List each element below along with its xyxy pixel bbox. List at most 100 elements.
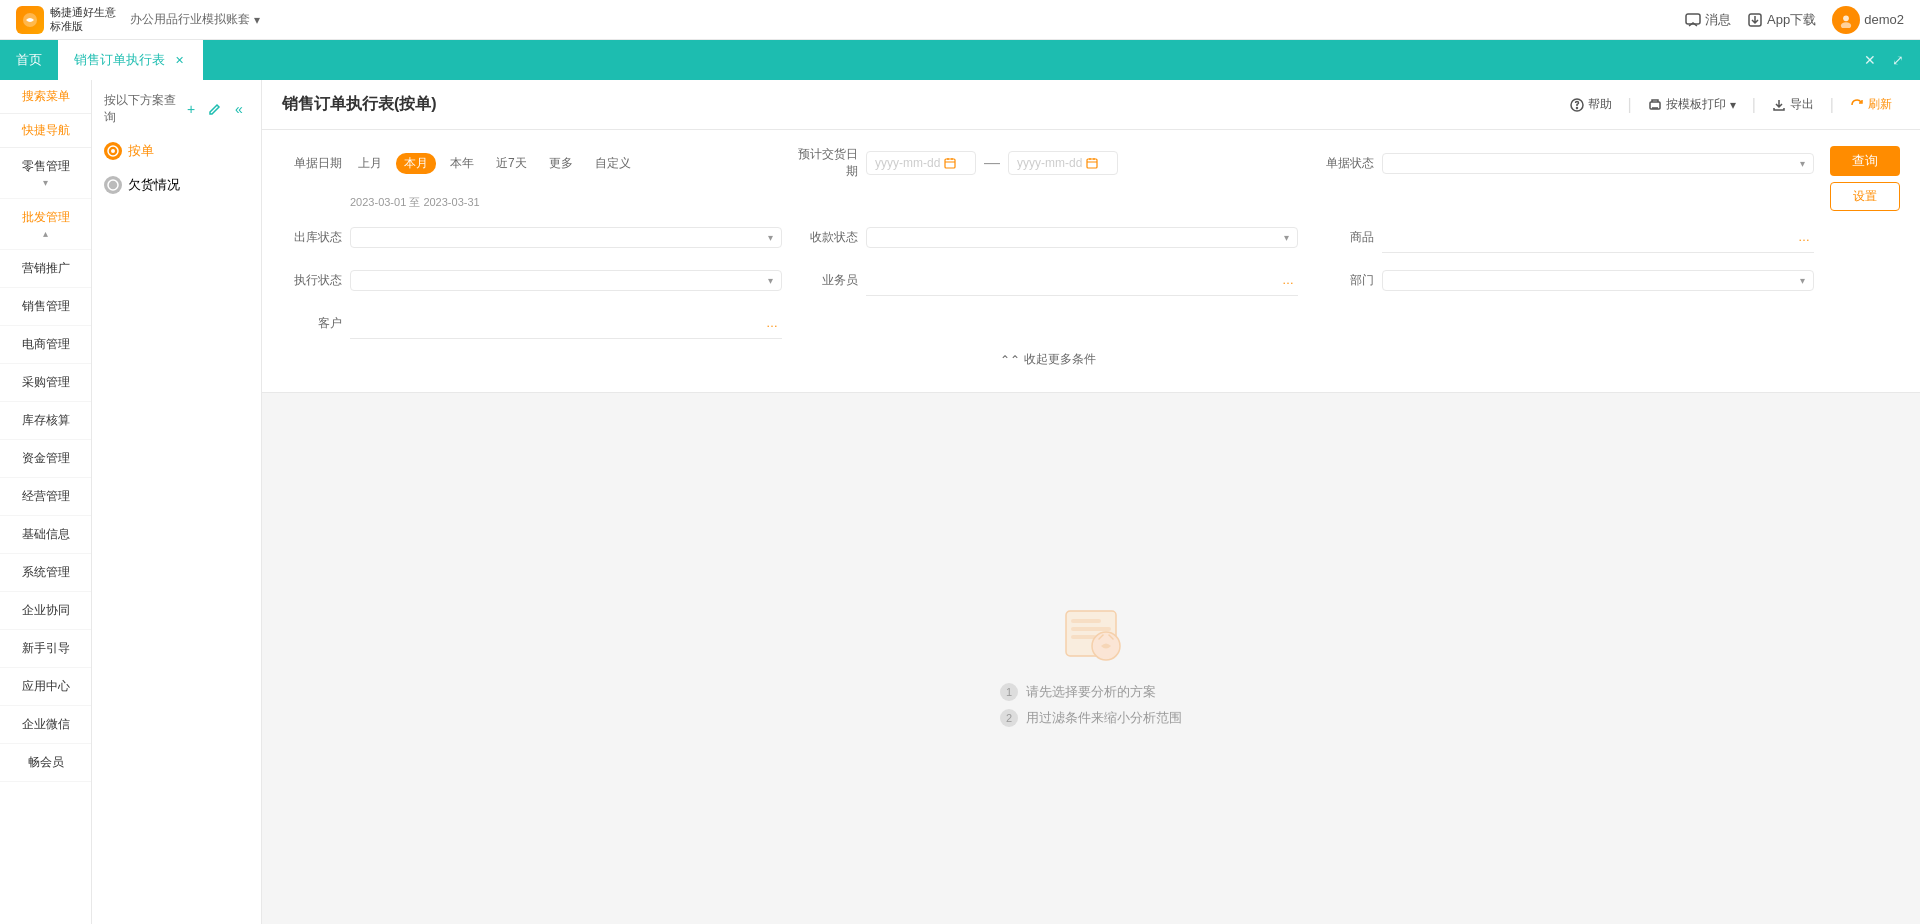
date-tab-more[interactable]: 更多 bbox=[541, 153, 581, 174]
sidebar-item-system[interactable]: 系统管理 bbox=[0, 554, 91, 592]
settings-btn[interactable]: 设置 bbox=[1830, 182, 1900, 211]
department-select[interactable]: ▾ bbox=[1382, 270, 1814, 291]
sidebar-item-label: 系统管理 bbox=[22, 564, 70, 581]
sidebar-item-label: 零售管理 bbox=[22, 158, 70, 175]
expected-date-from[interactable]: yyyy-mm-dd bbox=[866, 151, 976, 175]
sidebar-item-retail[interactable]: 零售管理 ▾ bbox=[0, 148, 91, 199]
calendar-icon bbox=[944, 157, 956, 169]
scheme-item-order[interactable]: 按单 bbox=[92, 134, 261, 168]
svg-point-8 bbox=[108, 180, 118, 190]
chevron-down-icon: ▾ bbox=[768, 275, 773, 286]
refresh-btn[interactable]: 刷新 bbox=[1842, 92, 1900, 117]
sidebar-item-operation[interactable]: 经营管理 bbox=[0, 478, 91, 516]
chevron-down-icon: ▾ bbox=[254, 13, 260, 27]
sidebar-item-guide[interactable]: 新手引导 bbox=[0, 630, 91, 668]
header-left: 畅捷通好生意 标准版 办公用品行业模拟账套 ▾ bbox=[16, 6, 266, 34]
filter-section: 单据日期 上月 本月 本年 近7天 更多 自定义 bbox=[262, 130, 1920, 393]
sidebar-item-label: 资金管理 bbox=[22, 450, 70, 467]
sidebar-item-cooperation[interactable]: 企业协同 bbox=[0, 592, 91, 630]
salesperson-more-btn[interactable]: … bbox=[1278, 269, 1298, 291]
app-download-btn[interactable]: App下载 bbox=[1747, 11, 1816, 29]
customer-label: 客户 bbox=[282, 315, 342, 332]
sidebar-quick-nav[interactable]: 快捷导航 bbox=[0, 114, 91, 148]
sidebar-item-marketing[interactable]: 营销推广 bbox=[0, 250, 91, 288]
sidebar: 搜索菜单 快捷导航 零售管理 ▾ 批发管理 ▴ 营销推广 销售管理 电商管理 采… bbox=[0, 80, 92, 924]
salesperson-label: 业务员 bbox=[798, 272, 858, 289]
receipt-status-label: 收款状态 bbox=[798, 229, 858, 246]
sidebar-item-label: 库存核算 bbox=[22, 412, 70, 429]
date-tab-this-year[interactable]: 本年 bbox=[442, 153, 482, 174]
user-area[interactable]: demo2 bbox=[1832, 6, 1904, 34]
receipt-status-select[interactable]: ▾ bbox=[866, 227, 1298, 248]
date-tab-this-month[interactable]: 本月 bbox=[396, 153, 436, 174]
industry-selector[interactable]: 办公用品行业模拟账套 ▾ bbox=[124, 9, 266, 30]
sidebar-search[interactable]: 搜索菜单 bbox=[0, 80, 91, 114]
sidebar-item-vip[interactable]: 畅会员 bbox=[0, 744, 91, 782]
empty-tip-2: 2 用过滤条件来缩小分析范围 bbox=[1000, 709, 1182, 727]
tip-num-2: 2 bbox=[1000, 709, 1018, 727]
chevron-down-icon: ▾ bbox=[1800, 275, 1805, 286]
date-tab-custom[interactable]: 自定义 bbox=[587, 153, 639, 174]
add-scheme-btn[interactable]: + bbox=[181, 99, 201, 119]
status-cell: 单据状态 ▾ bbox=[1314, 153, 1814, 174]
tab-bar: 首页 销售订单执行表 ✕ ✕ ⤢ bbox=[0, 40, 1920, 80]
filter-panel-header: 按以下方案查询 + « bbox=[92, 92, 261, 134]
logo-icon bbox=[16, 6, 44, 34]
sidebar-item-label: 企业协同 bbox=[22, 602, 70, 619]
tab-home[interactable]: 首页 bbox=[0, 40, 58, 80]
chevron-icon: ▴ bbox=[43, 228, 48, 239]
sidebar-item-ecommerce[interactable]: 电商管理 bbox=[0, 326, 91, 364]
page-header: 销售订单执行表(按单) 帮助 | bbox=[262, 80, 1920, 130]
expected-date-to[interactable]: yyyy-mm-dd bbox=[1008, 151, 1118, 175]
sidebar-item-finance[interactable]: 资金管理 bbox=[0, 440, 91, 478]
tab-close-icon[interactable]: ✕ bbox=[171, 52, 187, 68]
sidebar-item-basic[interactable]: 基础信息 bbox=[0, 516, 91, 554]
delivery-status-select[interactable]: ▾ bbox=[350, 227, 782, 248]
customer-more-btn[interactable]: … bbox=[762, 312, 782, 334]
date-tab-last-month[interactable]: 上月 bbox=[350, 153, 390, 174]
date-filter-cell: 单据日期 上月 本月 本年 近7天 更多 自定义 bbox=[282, 153, 782, 174]
expected-date-input-group: yyyy-mm-dd — yyyy-mm bbox=[866, 151, 1298, 175]
refresh-icon bbox=[1850, 98, 1864, 112]
execution-status-select[interactable]: ▾ bbox=[350, 270, 782, 291]
tab-bar-actions: ✕ ⤢ bbox=[1860, 50, 1920, 70]
svg-rect-12 bbox=[945, 159, 955, 168]
sidebar-item-inventory[interactable]: 库存核算 bbox=[0, 402, 91, 440]
sidebar-item-purchase[interactable]: 采购管理 bbox=[0, 364, 91, 402]
query-btn[interactable]: 查询 bbox=[1830, 146, 1900, 176]
scheme-item-debt[interactable]: 欠货情况 bbox=[92, 168, 261, 202]
svg-point-10 bbox=[1576, 107, 1577, 108]
chevron-icon: ▾ bbox=[43, 177, 48, 188]
sidebar-item-appstore[interactable]: 应用中心 bbox=[0, 668, 91, 706]
message-btn[interactable]: 消息 bbox=[1685, 11, 1731, 29]
status-select[interactable]: ▾ bbox=[1382, 153, 1814, 174]
tab-close-window-btn[interactable]: ✕ bbox=[1860, 50, 1880, 70]
chevron-down-icon: ▾ bbox=[1284, 232, 1289, 243]
help-btn[interactable]: 帮助 bbox=[1562, 92, 1620, 117]
empty-illustration bbox=[1051, 591, 1131, 671]
sidebar-item-label: 批发管理 bbox=[22, 209, 70, 226]
export-btn[interactable]: 导出 bbox=[1764, 92, 1822, 117]
print-icon bbox=[1648, 98, 1662, 112]
template-print-btn[interactable]: 按模板打印 ▾ bbox=[1640, 92, 1744, 117]
edit-scheme-btn[interactable] bbox=[205, 99, 225, 119]
tab-maximize-btn[interactable]: ⤢ bbox=[1888, 50, 1908, 70]
tab-sales-order[interactable]: 销售订单执行表 ✕ bbox=[58, 40, 203, 80]
customer-cell: 客户 … bbox=[282, 308, 782, 339]
sidebar-item-sales[interactable]: 销售管理 bbox=[0, 288, 91, 326]
sidebar-item-wholesale[interactable]: 批发管理 ▴ bbox=[0, 199, 91, 250]
sidebar-item-label: 基础信息 bbox=[22, 526, 70, 543]
goods-label: 商品 bbox=[1314, 229, 1374, 246]
goods-more-btn[interactable]: … bbox=[1794, 226, 1814, 248]
collapse-btn[interactable]: ⌃⌃ 收起更多条件 bbox=[282, 343, 1814, 376]
delivery-status-cell: 出库状态 ▾ bbox=[282, 227, 782, 248]
date-range-display: 2023-03-01 至 2023-03-31 bbox=[350, 196, 480, 208]
sidebar-item-wechat[interactable]: 企业微信 bbox=[0, 706, 91, 744]
collapse-up-icon: ⌃⌃ bbox=[1000, 353, 1020, 367]
logo-area: 畅捷通好生意 标准版 bbox=[16, 6, 116, 34]
collapse-panel-btn[interactable]: « bbox=[229, 99, 249, 119]
svg-rect-17 bbox=[1071, 635, 1096, 639]
date-tab-7days[interactable]: 近7天 bbox=[488, 153, 535, 174]
print-chevron-icon: ▾ bbox=[1730, 98, 1736, 112]
status-label: 单据状态 bbox=[1314, 155, 1374, 172]
